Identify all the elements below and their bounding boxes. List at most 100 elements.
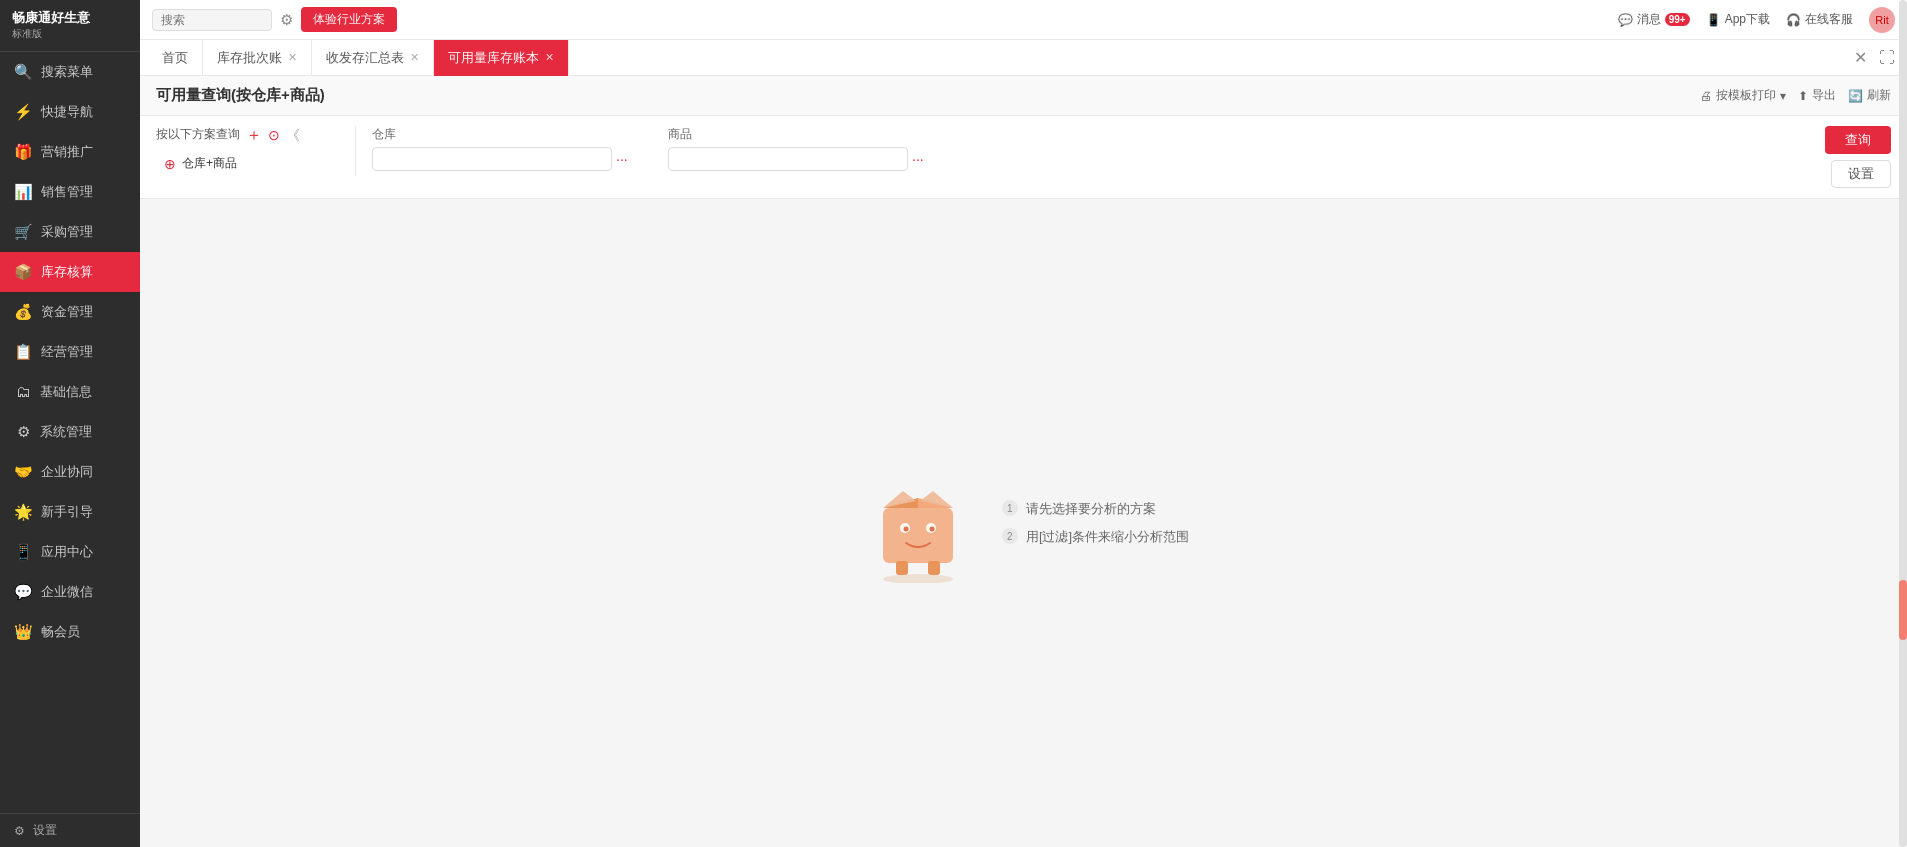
service-action[interactable]: 🎧 在线客服 <box>1786 11 1853 28</box>
settings-scheme-icon[interactable]: ⊙ <box>268 128 280 142</box>
sidebar-label-basic: 基础信息 <box>40 383 92 401</box>
export-action[interactable]: ⬆ 导出 <box>1798 87 1836 104</box>
user-avatar[interactable]: Rit <box>1869 7 1895 33</box>
query-button[interactable]: 查询 <box>1825 126 1891 154</box>
message-action[interactable]: 💬 消息 99+ <box>1618 11 1690 28</box>
filter-actions: 查询 设置 <box>1811 126 1891 188</box>
headset-icon: 🎧 <box>1786 13 1801 27</box>
goods-field-label: 商品 <box>668 126 948 143</box>
sidebar-item-search[interactable]: 🔍搜索菜单 <box>0 52 140 92</box>
page-title: 可用量查询(按仓库+商品) <box>156 86 325 105</box>
scheme-icon: ⊕ <box>164 156 176 172</box>
message-icon: 💬 <box>1618 13 1633 27</box>
sidebar-label-marketing: 营销推广 <box>41 143 93 161</box>
tab-close-summary[interactable]: ✕ <box>410 51 419 64</box>
sidebar-item-marketing[interactable]: 🎁 营销推广 <box>0 132 140 172</box>
gear-icon[interactable]: ⚙ <box>280 11 293 29</box>
sidebar-label-sales: 销售管理 <box>41 183 93 201</box>
sidebar-item-newbie[interactable]: 🌟 新手引导 <box>0 492 140 532</box>
right-scrollbar[interactable] <box>1899 0 1907 847</box>
sidebar-label-shortcut: 快捷导航 <box>41 103 93 121</box>
trial-button[interactable]: 体验行业方案 <box>301 7 397 32</box>
shortcut-icon: ⚡ <box>14 103 33 121</box>
refresh-icon: 🔄 <box>1848 89 1863 103</box>
scheme-item-label: 仓库+商品 <box>182 155 237 172</box>
sidebar-item-finance[interactable]: 💰资金管理 <box>0 292 140 332</box>
sidebar-item-purchase[interactable]: 🛒采购管理 <box>0 212 140 252</box>
sidebar: 畅康通好生意 标准版 🔍搜索菜单 ⚡ 快捷导航 🎁 营销推广 📊销售管理🛒采购管理📦库存核… <box>0 0 140 847</box>
tab-batch[interactable]: 库存批次账 ✕ <box>203 40 312 76</box>
tab-label-batch: 库存批次账 <box>217 49 282 67</box>
sidebar-label-system: 系统管理 <box>40 423 92 441</box>
sidebar-bottom-settings[interactable]: ⚙ 设置 <box>0 813 140 847</box>
empty-hint-1: 1 请先选择要分析的方案 <box>1002 500 1189 518</box>
print-action[interactable]: 🖨 按模板打印 ▾ <box>1700 87 1786 104</box>
wechat-icon: 💬 <box>14 583 33 601</box>
marketing-icon: 🎁 <box>14 143 33 161</box>
add-scheme-icon[interactable]: ＋ <box>246 127 262 143</box>
tab-close-batch[interactable]: ✕ <box>288 51 297 64</box>
maximize-tab-button[interactable]: ⛶ <box>1875 49 1899 67</box>
close-tab-button[interactable]: ✕ <box>1850 48 1871 67</box>
svg-point-7 <box>903 527 908 532</box>
warehouse-input[interactable] <box>372 147 612 171</box>
phone-icon: 📱 <box>1706 13 1721 27</box>
service-label: 在线客服 <box>1805 11 1853 28</box>
step-2-icon: 2 <box>1002 528 1018 544</box>
sidebar-label-operation: 经营管理 <box>41 343 93 361</box>
svg-point-11 <box>883 574 953 583</box>
search-input[interactable] <box>152 9 272 31</box>
empty-hint-2-text: 用[过滤]条件来缩小分析范围 <box>1026 528 1189 546</box>
newbie-icon: 🌟 <box>14 503 33 521</box>
avatar-icon: Rit <box>1869 7 1895 33</box>
filter-field-goods: 商品 ··· <box>668 126 948 171</box>
settings-button[interactable]: 设置 <box>1831 160 1891 188</box>
sidebar-label-appstore: 应用中心 <box>41 543 93 561</box>
sidebar-label-search: 搜索菜单 <box>41 63 93 81</box>
goods-input[interactable] <box>668 147 908 171</box>
goods-more-btn[interactable]: ··· <box>912 151 924 167</box>
settings-icon: ⚙ <box>14 824 25 838</box>
empty-hint-1-text: 请先选择要分析的方案 <box>1026 500 1156 518</box>
tab-home[interactable]: 首页 <box>148 40 203 76</box>
sidebar-item-wechat[interactable]: 💬 企业微信 <box>0 572 140 612</box>
appstore-icon: 📱 <box>14 543 33 561</box>
sidebar-logo: 畅康通好生意 标准版 <box>0 0 140 52</box>
sidebar-item-inventory[interactable]: 📦库存核算 <box>0 252 140 292</box>
refresh-action[interactable]: 🔄 刷新 <box>1848 87 1891 104</box>
basic-icon: 🗂 <box>14 383 32 400</box>
print-label: 按模板打印 <box>1716 87 1776 104</box>
chevron-down-icon: ▾ <box>1780 89 1786 103</box>
page-header-actions: 🖨 按模板打印 ▾ ⬆ 导出 🔄 刷新 <box>1700 87 1891 104</box>
sidebar-label-inventory: 库存核算 <box>41 263 93 281</box>
tab-close-available[interactable]: ✕ <box>545 51 554 64</box>
sidebar-item-enterprise[interactable]: 🤝企业协同 <box>0 452 140 492</box>
warehouse-more-btn[interactable]: ··· <box>616 151 628 167</box>
sidebar-item-shortcut[interactable]: ⚡ 快捷导航 <box>0 92 140 132</box>
svg-rect-9 <box>896 561 908 575</box>
warehouse-field-label: 仓库 <box>372 126 652 143</box>
sidebar-item-member[interactable]: 👑畅会员 <box>0 612 140 652</box>
app-download-action[interactable]: 📱 App下载 <box>1706 11 1770 28</box>
refresh-label: 刷新 <box>1867 87 1891 104</box>
content-area: 按以下方案查询 ＋ ⊙ 《 ⊕ 仓库+商品 仓库 ··· <box>140 116 1907 847</box>
purchase-icon: 🛒 <box>14 223 33 241</box>
tab-label-summary: 收发存汇总表 <box>326 49 404 67</box>
sidebar-item-appstore[interactable]: 📱 应用中心 <box>0 532 140 572</box>
export-label: 导出 <box>1812 87 1836 104</box>
svg-point-8 <box>929 527 934 532</box>
sidebar-label-wechat: 企业微信 <box>41 583 93 601</box>
message-badge: 99+ <box>1665 13 1690 26</box>
sidebar-item-sales[interactable]: 📊销售管理 <box>0 172 140 212</box>
tab-summary[interactable]: 收发存汇总表 ✕ <box>312 40 434 76</box>
sidebar-item-system[interactable]: ⚙系统管理 <box>0 412 140 452</box>
filter-fields: 仓库 ··· 商品 ··· <box>372 126 1795 171</box>
sidebar-item-operation[interactable]: 📋经营管理 <box>0 332 140 372</box>
goods-input-row: ··· <box>668 147 948 171</box>
tab-available[interactable]: 可用量库存账本✕ <box>434 40 569 76</box>
collapse-icon[interactable]: 《 <box>286 128 300 142</box>
scheme-item-warehouse-goods[interactable]: ⊕ 仓库+商品 <box>156 151 339 176</box>
tabs-bar: 首页库存批次账✕收发存汇总表✕可用量库存账本✕ ✕ ⛶ <box>140 40 1907 76</box>
sidebar-label-newbie: 新手引导 <box>41 503 93 521</box>
sidebar-item-basic[interactable]: 🗂 基础信息 <box>0 372 140 412</box>
